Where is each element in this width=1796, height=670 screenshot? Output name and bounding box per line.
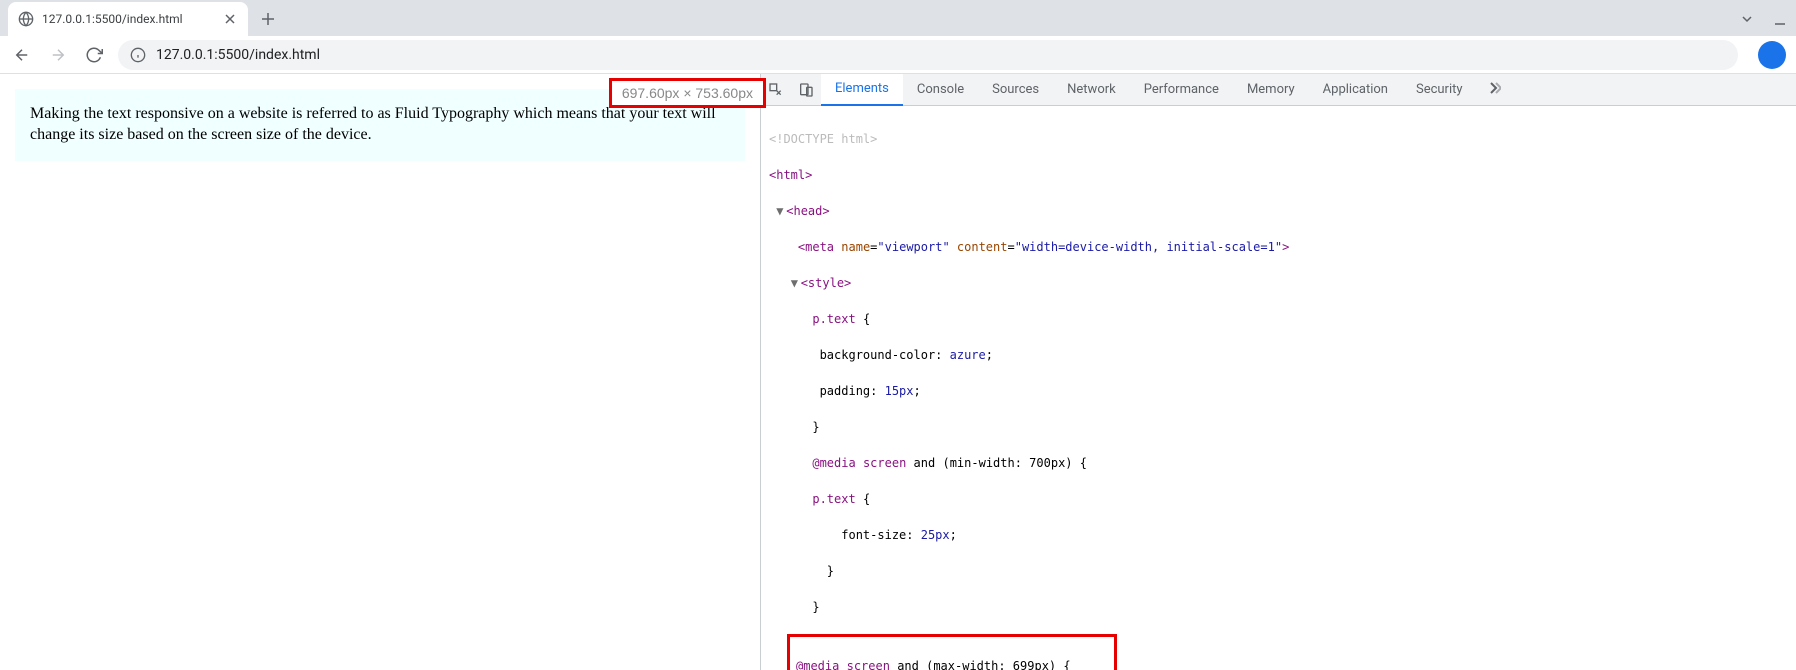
avatar[interactable] — [1758, 41, 1786, 69]
tab-performance[interactable]: Performance — [1130, 74, 1233, 106]
minimize-icon[interactable] — [1774, 11, 1786, 30]
browser-toolbar: 127.0.0.1:5500/index.html — [0, 36, 1796, 74]
highlighted-media-query: @media screen and (max-width: 699px) { p… — [787, 634, 1117, 670]
devtools-tabs: Elements Console Sources Network Perform… — [821, 74, 1477, 106]
url-text: 127.0.0.1:5500/index.html — [156, 47, 320, 63]
devtools-panel: Elements Console Sources Network Perform… — [760, 74, 1796, 670]
main-area: 697.60px × 753.60px Making the text resp… — [0, 74, 1796, 670]
tab-elements[interactable]: Elements — [821, 74, 903, 106]
new-tab-button[interactable] — [254, 5, 282, 33]
address-bar[interactable]: 127.0.0.1:5500/index.html — [118, 40, 1738, 70]
window-controls — [1740, 11, 1786, 36]
reload-button[interactable] — [82, 43, 106, 67]
tab-console[interactable]: Console — [903, 74, 978, 106]
elements-tree[interactable]: <!DOCTYPE html> <html> ▼<head> <meta nam… — [761, 106, 1796, 670]
tab-security[interactable]: Security — [1402, 74, 1477, 106]
dimension-badge: 697.60px × 753.60px — [609, 78, 766, 108]
globe-icon — [18, 11, 34, 27]
info-icon[interactable] — [130, 47, 146, 63]
tab-dropdown-icon[interactable] — [1740, 11, 1754, 30]
devtools-header: Elements Console Sources Network Perform… — [761, 74, 1796, 106]
browser-tab-bar: 127.0.0.1:5500/index.html — [0, 0, 1796, 36]
tab-sources[interactable]: Sources — [978, 74, 1053, 106]
more-tabs-icon[interactable] — [1477, 80, 1511, 99]
page-viewport: 697.60px × 753.60px Making the text resp… — [0, 74, 760, 670]
doctype-line: <!DOCTYPE html> — [769, 132, 877, 146]
device-toggle-icon[interactable] — [791, 74, 821, 106]
tab-title: 127.0.0.1:5500/index.html — [42, 12, 214, 26]
back-button[interactable] — [10, 43, 34, 67]
tab-network[interactable]: Network — [1053, 74, 1130, 106]
tab-memory[interactable]: Memory — [1233, 74, 1309, 106]
tab-application[interactable]: Application — [1309, 74, 1402, 106]
close-icon[interactable] — [222, 11, 238, 27]
forward-button[interactable] — [46, 43, 70, 67]
browser-tab[interactable]: 127.0.0.1:5500/index.html — [8, 2, 248, 36]
